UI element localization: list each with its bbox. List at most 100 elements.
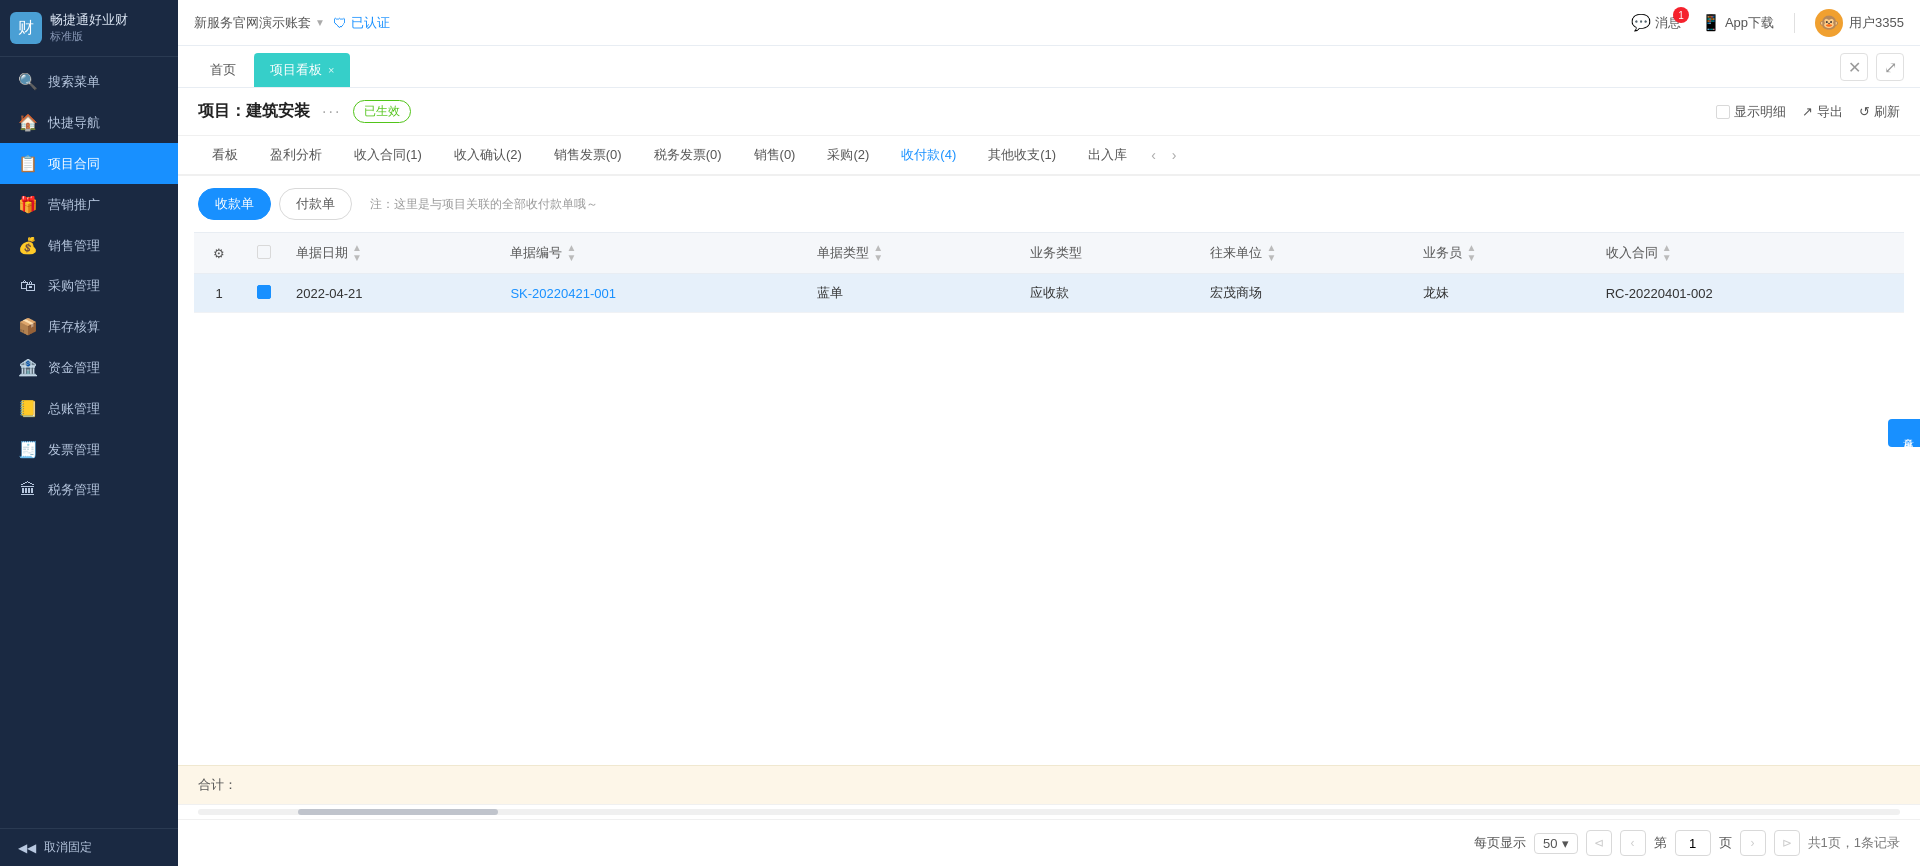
- tabs-prev-arrow[interactable]: ‹: [1145, 137, 1162, 173]
- sidebar-item-inventory[interactable]: 📦 库存核算: [0, 306, 178, 347]
- sidebar-item-ledger[interactable]: 📒 总账管理: [0, 388, 178, 429]
- divider: [1794, 13, 1795, 33]
- page-input[interactable]: [1675, 830, 1711, 856]
- tab-project-kanban[interactable]: 项目看板 ×: [254, 53, 350, 87]
- sidebar-item-label: 快捷导航: [48, 114, 100, 132]
- first-page-button[interactable]: ⊲: [1586, 830, 1612, 856]
- contract-icon: 📋: [18, 154, 38, 173]
- horizontal-scrollbar[interactable]: [198, 809, 1900, 815]
- refresh-button[interactable]: ↺ 刷新: [1859, 103, 1900, 121]
- gift-icon: 🎁: [18, 195, 38, 214]
- sort-icon: ▲▼: [1662, 243, 1672, 263]
- maximize-window-button[interactable]: ⤢: [1876, 53, 1904, 81]
- sidebar-item-label: 销售管理: [48, 237, 100, 255]
- th-number[interactable]: 单据编号 ▲▼: [498, 233, 805, 274]
- sidebar-item-invoice[interactable]: 🧾 发票管理: [0, 429, 178, 470]
- sub-tab-income-confirm[interactable]: 收入确认(2): [440, 136, 536, 176]
- sub-tab-other-expense[interactable]: 其他收支(1): [974, 136, 1070, 176]
- tabs-next-arrow[interactable]: ›: [1166, 137, 1183, 173]
- show-detail-checkbox[interactable]: 显示明细: [1716, 103, 1786, 121]
- sub-tab-profit[interactable]: 盈利分析: [256, 136, 336, 176]
- close-tab-icon[interactable]: ×: [328, 64, 334, 76]
- money-icon: 💰: [18, 236, 38, 255]
- last-page-button[interactable]: ⊳: [1774, 830, 1800, 856]
- tabs-bar: 首页 项目看板 × ✕ ⤢: [178, 46, 1920, 88]
- total-bar: 合计：: [178, 765, 1920, 804]
- topbar: 新服务官网演示账套 ▼ 🛡 已认证 💬 消息 1 📱 App下载 🐵 用户335…: [178, 0, 1920, 46]
- app-label: App下载: [1725, 14, 1774, 32]
- row-checkbox[interactable]: [244, 274, 284, 313]
- select-all-checkbox[interactable]: [257, 245, 271, 259]
- checkbox-icon[interactable]: [1716, 105, 1730, 119]
- scrollbar-thumb[interactable]: [298, 809, 498, 815]
- sidebar-item-finance[interactable]: 🏦 资金管理: [0, 347, 178, 388]
- th-gear[interactable]: ⚙: [194, 233, 244, 274]
- project-title: 项目：建筑安装: [198, 101, 310, 122]
- invoice-icon: 🧾: [18, 440, 38, 459]
- per-page-select[interactable]: 50 ▾: [1534, 833, 1577, 854]
- avatar: 🐵: [1815, 9, 1843, 37]
- inner-tab-collection[interactable]: 收款单: [198, 188, 271, 220]
- sub-tab-sales-invoice[interactable]: 销售发票(0): [540, 136, 636, 176]
- sort-icon: ▲▼: [873, 243, 883, 263]
- project-label: 项目：: [198, 102, 246, 119]
- account-selector[interactable]: 新服务官网演示账套 ▼: [194, 14, 325, 32]
- th-date[interactable]: 单据日期 ▲▼: [284, 233, 498, 274]
- sidebar-item-quicknav[interactable]: 🏠 快捷导航: [0, 102, 178, 143]
- th-salesperson[interactable]: 业务员 ▲▼: [1411, 233, 1593, 274]
- row-number[interactable]: SK-20220421-001: [498, 274, 805, 313]
- pin-icon: ◀◀: [18, 841, 36, 855]
- sidebar-item-label: 项目合同: [48, 155, 100, 173]
- tab-home[interactable]: 首页: [194, 53, 252, 87]
- message-button[interactable]: 💬 消息 1: [1631, 13, 1681, 32]
- sub-tab-tax-invoice[interactable]: 税务发票(0): [640, 136, 736, 176]
- sub-tab-income-contract[interactable]: 收入合同(1): [340, 136, 436, 176]
- message-icon: 💬: [1631, 13, 1651, 32]
- prev-page-button[interactable]: ‹: [1620, 830, 1646, 856]
- table-row[interactable]: 1 2022-04-21 SK-20220421-001 蓝单 应收款 宏茂商场…: [194, 274, 1904, 313]
- sidebar-item-purchase[interactable]: 🛍 采购管理: [0, 266, 178, 306]
- sidebar-item-projectcontract[interactable]: 📋 项目合同: [0, 143, 178, 184]
- logo-sub: 标准版: [50, 29, 128, 44]
- sub-tab-sales[interactable]: 销售(0): [740, 136, 810, 176]
- scroll-area: [178, 804, 1920, 819]
- next-page-button[interactable]: ›: [1740, 830, 1766, 856]
- per-page-label: 每页显示: [1474, 834, 1526, 852]
- inner-tab-payment[interactable]: 付款单: [279, 188, 352, 220]
- sidebar-item-marketing[interactable]: 🎁 营销推广: [0, 184, 178, 225]
- user-name: 用户3355: [1849, 14, 1904, 32]
- sub-tab-kanban[interactable]: 看板: [198, 136, 252, 176]
- account-name: 新服务官网演示账套: [194, 14, 311, 32]
- sidebar-item-tax[interactable]: 🏛 税务管理: [0, 470, 178, 510]
- home-tab-label: 首页: [210, 61, 236, 79]
- feedback-button[interactable]: 意见反馈: [1888, 419, 1920, 447]
- user-menu[interactable]: 🐵 用户3355: [1815, 9, 1904, 37]
- close-window-button[interactable]: ✕: [1840, 53, 1868, 81]
- sub-tab-purchase[interactable]: 采购(2): [813, 136, 883, 176]
- box-icon: 📦: [18, 317, 38, 336]
- th-income-contract[interactable]: 收入合同 ▲▼: [1594, 233, 1904, 274]
- th-partner[interactable]: 往来单位 ▲▼: [1198, 233, 1411, 274]
- th-check[interactable]: [244, 233, 284, 274]
- sub-tab-inout[interactable]: 出入库: [1074, 136, 1141, 176]
- sidebar-unpin-button[interactable]: ◀◀ 取消固定: [0, 828, 178, 866]
- project-header: 项目：建筑安装 ··· 已生效 显示明细 ↗ 导出 ↺ 刷新: [178, 88, 1920, 136]
- export-icon: ↗: [1802, 104, 1813, 119]
- sidebar-item-label: 资金管理: [48, 359, 100, 377]
- chevron-down-icon: ▾: [1562, 836, 1569, 851]
- certified-badge: 🛡 已认证: [333, 14, 390, 32]
- sidebar-item-search[interactable]: 🔍 搜索菜单: [0, 61, 178, 102]
- th-biz-type: 业务类型: [1018, 233, 1198, 274]
- sidebar-footer-label: 取消固定: [44, 839, 92, 856]
- app-download-button[interactable]: 📱 App下载: [1701, 13, 1774, 32]
- th-type[interactable]: 单据类型 ▲▼: [805, 233, 1018, 274]
- export-button[interactable]: ↗ 导出: [1802, 103, 1843, 121]
- more-options-button[interactable]: ···: [322, 103, 341, 121]
- doc-link[interactable]: SK-20220421-001: [510, 286, 616, 301]
- sidebar-item-sales[interactable]: 💰 销售管理: [0, 225, 178, 266]
- sub-tab-collection[interactable]: 收付款(4): [887, 136, 970, 176]
- message-badge: 1: [1673, 7, 1689, 23]
- sort-icon: ▲▼: [566, 243, 576, 263]
- tax-icon: 🏛: [18, 481, 38, 499]
- bag-icon: 🛍: [18, 277, 38, 295]
